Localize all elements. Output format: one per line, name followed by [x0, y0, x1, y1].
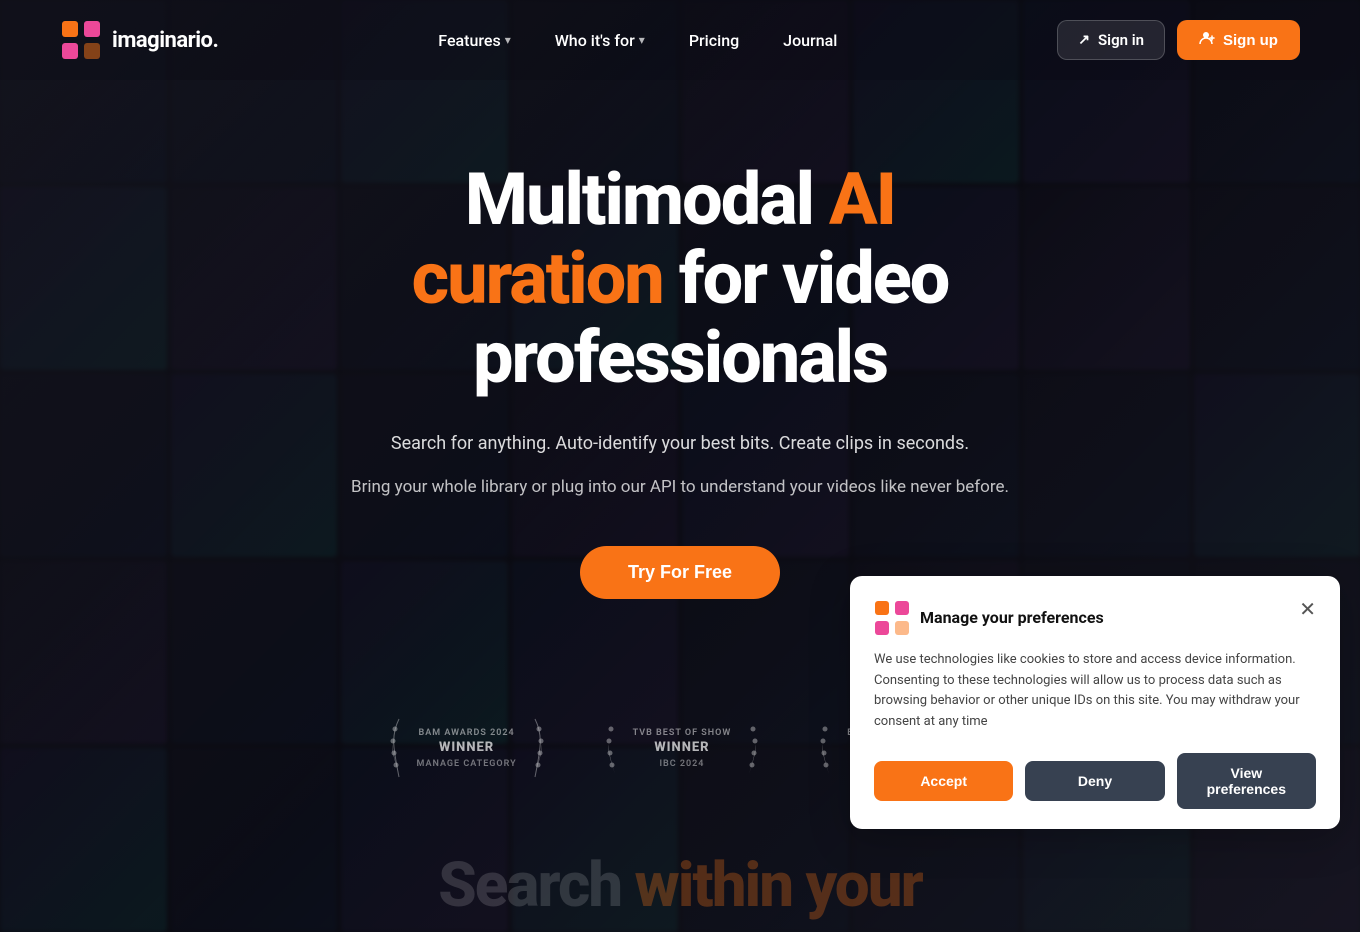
chevron-down-icon: ▾: [505, 33, 511, 47]
award-bam-winner: BaM Awards 2024 WINNER Manage Category: [389, 709, 545, 789]
signup-button[interactable]: Sign up: [1177, 20, 1300, 60]
cookie-banner: Manage your preferences ✕ We use technol…: [850, 576, 1340, 829]
hero-section: Multimodal AI curation for video profess…: [0, 80, 1360, 659]
nav-links: Features ▾ Who it's for ▾ Pricing Journa…: [420, 21, 855, 60]
cookie-actions: Accept Deny View preferences: [874, 753, 1316, 809]
logo-text: imaginario.: [112, 28, 218, 53]
nav-actions: ↗ Sign in Sign up: [1057, 20, 1300, 60]
accept-button[interactable]: Accept: [874, 761, 1013, 801]
view-preferences-button[interactable]: View preferences: [1177, 753, 1316, 809]
navbar: imaginario. Features ▾ Who it's for ▾ Pr…: [0, 0, 1360, 80]
chevron-down-icon: ▾: [639, 33, 645, 47]
nav-pricing[interactable]: Pricing: [671, 21, 757, 60]
bottom-title: Search within your: [60, 849, 1300, 922]
hero-title: Multimodal AI curation for video profess…: [60, 160, 1300, 398]
logo-icon: [60, 19, 102, 61]
deny-button[interactable]: Deny: [1025, 761, 1164, 801]
nav-who-its-for[interactable]: Who it's for ▾: [537, 21, 663, 60]
logo[interactable]: imaginario.: [60, 19, 218, 61]
award-tvb-winner: TVB Best of Show WINNER IBC 2024: [605, 709, 760, 789]
cookie-body-text: We use technologies like cookies to stor…: [874, 650, 1316, 733]
cookie-logo-icon: [874, 600, 910, 636]
external-link-icon: ↗: [1078, 32, 1090, 48]
nav-features[interactable]: Features ▾: [420, 21, 528, 60]
signin-button[interactable]: ↗ Sign in: [1057, 20, 1165, 60]
cookie-title: Manage your preferences: [920, 608, 1104, 627]
nav-journal[interactable]: Journal: [765, 21, 855, 60]
cookie-logo-title: Manage your preferences: [874, 600, 1104, 636]
cookie-header: Manage your preferences ✕: [874, 600, 1316, 636]
try-for-free-button[interactable]: Try For Free: [580, 546, 780, 599]
person-add-icon: [1199, 30, 1215, 50]
bottom-section-peek: Search within your: [0, 829, 1360, 932]
hero-subtitle: Search for anything. Auto-identify your …: [60, 430, 1300, 459]
cookie-close-button[interactable]: ✕: [1299, 600, 1316, 620]
hero-description: Bring your whole library or plug into ou…: [60, 474, 1300, 501]
